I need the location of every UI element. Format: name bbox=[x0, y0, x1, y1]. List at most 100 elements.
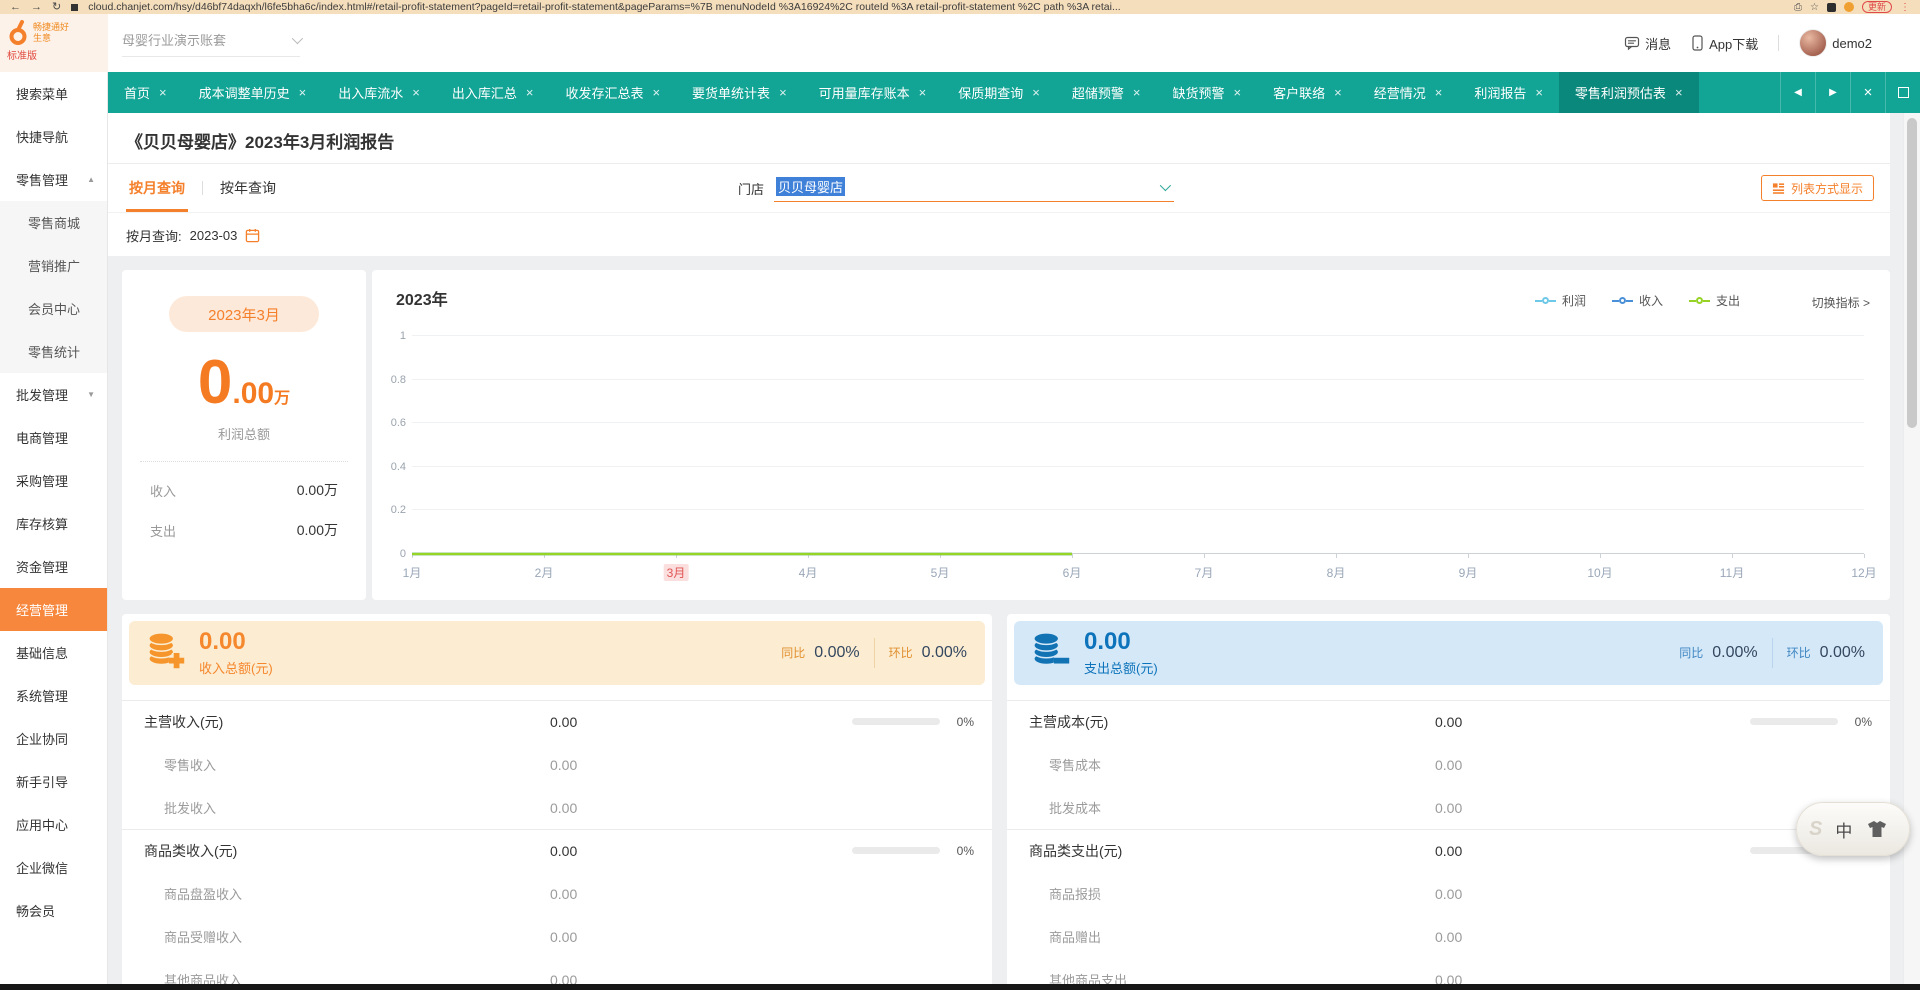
browser-profile-avatar[interactable] bbox=[1843, 2, 1854, 12]
close-all-tabs-icon[interactable]: × bbox=[1850, 72, 1885, 113]
tab[interactable]: 超储预警 × bbox=[1056, 72, 1157, 113]
sidebar-item[interactable]: 会员中心 bbox=[0, 287, 107, 330]
user-menu[interactable]: demo2 bbox=[1799, 29, 1872, 57]
tab-close-icon[interactable]: × bbox=[652, 85, 660, 100]
sidebar-item-label: 畅会员 bbox=[16, 904, 56, 919]
progress-bar: 0% bbox=[1750, 715, 1872, 729]
sidebar-item[interactable]: 畅会员 bbox=[0, 889, 107, 932]
table-row: 零售成本 0.00 bbox=[1007, 743, 1890, 786]
browser-back-icon[interactable]: ← bbox=[10, 0, 21, 14]
tab[interactable]: 要货单统计表 × bbox=[676, 72, 803, 113]
profit-total-label: 利润总额 bbox=[217, 427, 270, 442]
sidebar-item[interactable]: 电商管理 bbox=[0, 416, 107, 459]
sidebar-item[interactable]: 系统管理 bbox=[0, 674, 107, 717]
browser-extensions-icon[interactable] bbox=[1826, 2, 1836, 12]
coins-plus-icon bbox=[148, 632, 185, 669]
list-layout-icon bbox=[1772, 182, 1785, 194]
legend-item[interactable]: 收入 bbox=[1611, 292, 1663, 309]
legend-label: 收入 bbox=[1638, 294, 1663, 308]
address-bar[interactable]: cloud.chanjet.com/hsy/d46bf74daqxh/l6fe5… bbox=[88, 1, 1784, 13]
tab-close-icon[interactable]: × bbox=[526, 85, 534, 100]
tab-close-icon[interactable]: × bbox=[1032, 85, 1040, 100]
sidebar-item[interactable]: 快捷导航 bbox=[0, 115, 107, 158]
tab[interactable]: 出入库汇总 × bbox=[436, 72, 550, 113]
browser-reload-icon[interactable]: ↻ bbox=[52, 0, 61, 14]
tab[interactable]: 利润报告 × bbox=[1458, 72, 1559, 113]
tab-close-icon[interactable]: × bbox=[1334, 85, 1342, 100]
sidebar-item[interactable]: 库存核算 bbox=[0, 502, 107, 545]
mom-label: 环比 bbox=[888, 646, 913, 660]
tab-close-icon[interactable]: × bbox=[1234, 85, 1242, 100]
tab[interactable]: 首页 × bbox=[108, 72, 183, 113]
browser-menu-icon[interactable]: ⋮ bbox=[1900, 2, 1910, 13]
sidebar-item[interactable]: 批发管理 ▼ bbox=[0, 373, 107, 416]
x-axis-tick bbox=[1732, 554, 1733, 558]
tab[interactable]: 经营情况 × bbox=[1358, 72, 1459, 113]
sidebar-item[interactable]: 经营管理 bbox=[0, 588, 107, 631]
tab-close-icon[interactable]: × bbox=[159, 85, 167, 100]
sidebar-item[interactable]: 零售商城 bbox=[0, 201, 107, 244]
sidebar-item[interactable]: 新手引导 bbox=[0, 760, 107, 803]
tab-close-icon[interactable]: × bbox=[779, 85, 787, 100]
tab-close-icon[interactable]: × bbox=[1535, 85, 1543, 100]
chevron-down-icon bbox=[1159, 179, 1172, 191]
scrollbar-thumb[interactable] bbox=[1907, 118, 1917, 428]
ime-language-mode[interactable]: 中 bbox=[1835, 817, 1852, 842]
legend-label: 支出 bbox=[1715, 294, 1740, 308]
ime-skin-icon[interactable] bbox=[1867, 820, 1887, 838]
bookmark-star-icon[interactable]: ☆ bbox=[1810, 2, 1819, 13]
sidebar-item[interactable]: 应用中心 bbox=[0, 803, 107, 846]
tab-query-by-month[interactable]: 按月查询 bbox=[126, 164, 188, 212]
switch-metric-link[interactable]: 切换指标 > bbox=[1812, 294, 1870, 311]
tab[interactable]: 出入库流水 × bbox=[322, 72, 436, 113]
tab-close-icon[interactable]: × bbox=[412, 85, 420, 100]
progress-bar: 0% bbox=[852, 844, 974, 858]
input-method-toolbar[interactable]: S 中 bbox=[1796, 802, 1910, 856]
store-select[interactable]: 贝贝母婴店 bbox=[774, 174, 1175, 202]
row-label: 批发成本 bbox=[1049, 801, 1102, 816]
month-filter-value[interactable]: 2023-03 bbox=[190, 228, 238, 243]
tab[interactable]: 可用量库存账本 × bbox=[803, 72, 943, 113]
sidebar-item[interactable]: 采购管理 bbox=[0, 459, 107, 502]
fullscreen-icon[interactable] bbox=[1885, 72, 1920, 113]
browser-update-button[interactable]: 更新 bbox=[1861, 1, 1892, 13]
browser-extension-icon[interactable]: ⎙ bbox=[1794, 2, 1802, 13]
tab[interactable]: 保质期查询 × bbox=[942, 72, 1056, 113]
tab[interactable]: 客户联络 × bbox=[1257, 72, 1358, 113]
tab-close-icon[interactable]: × bbox=[299, 85, 307, 100]
sidebar-item[interactable]: 资金管理 bbox=[0, 545, 107, 588]
table-row: 批发成本 0.00 bbox=[1007, 786, 1890, 829]
tab-close-icon[interactable]: × bbox=[919, 85, 927, 100]
row-value: 0.00 bbox=[1435, 842, 1463, 859]
tab-scroll-right-icon[interactable]: ▶ bbox=[1815, 72, 1850, 113]
account-selector[interactable]: 母婴行业演示账套 bbox=[122, 30, 304, 57]
store-label: 门店 bbox=[738, 181, 765, 197]
sidebar-item[interactable]: 零售统计 bbox=[0, 330, 107, 373]
page-scrollbar[interactable] bbox=[1903, 113, 1920, 990]
tab[interactable]: 收发存汇总表 × bbox=[549, 72, 676, 113]
list-view-button[interactable]: 列表方式显示 bbox=[1760, 175, 1874, 201]
app-download-button[interactable]: App下载 bbox=[1691, 34, 1758, 53]
tab-scroll-left-icon[interactable]: ◀ bbox=[1780, 72, 1815, 113]
tab-close-icon[interactable]: × bbox=[1435, 85, 1443, 100]
sidebar-item[interactable]: 搜索菜单 bbox=[0, 72, 107, 115]
browser-forward-icon[interactable]: → bbox=[31, 0, 42, 14]
tab[interactable]: 缺货预警 × bbox=[1156, 72, 1257, 113]
sidebar-item[interactable]: 零售管理 ▲ bbox=[0, 158, 107, 201]
summary-rows: 收入 0.00万 支出 0.00万 bbox=[122, 470, 366, 550]
tab-close-icon[interactable]: × bbox=[1675, 85, 1683, 100]
profit-total-amount: 0.00万 bbox=[197, 348, 291, 417]
tab[interactable]: 成本调整单历史 × bbox=[183, 72, 323, 113]
sidebar-item[interactable]: 企业协同 bbox=[0, 717, 107, 760]
tab[interactable]: 零售利润预估表 × bbox=[1558, 72, 1699, 113]
sidebar-item[interactable]: 营销推广 bbox=[0, 244, 107, 287]
sidebar-item-label: 搜索菜单 bbox=[16, 87, 69, 102]
messages-button[interactable]: 消息 bbox=[1624, 34, 1671, 53]
tab-close-icon[interactable]: × bbox=[1133, 85, 1141, 100]
legend-item[interactable]: 利润 bbox=[1534, 292, 1586, 309]
sidebar-item[interactable]: 基础信息 bbox=[0, 631, 107, 674]
tab-query-by-year[interactable]: 按年查询 bbox=[217, 164, 279, 212]
legend-item[interactable]: 支出 bbox=[1688, 292, 1740, 309]
calendar-icon[interactable] bbox=[245, 228, 260, 243]
sidebar-item[interactable]: 企业微信 bbox=[0, 846, 107, 889]
